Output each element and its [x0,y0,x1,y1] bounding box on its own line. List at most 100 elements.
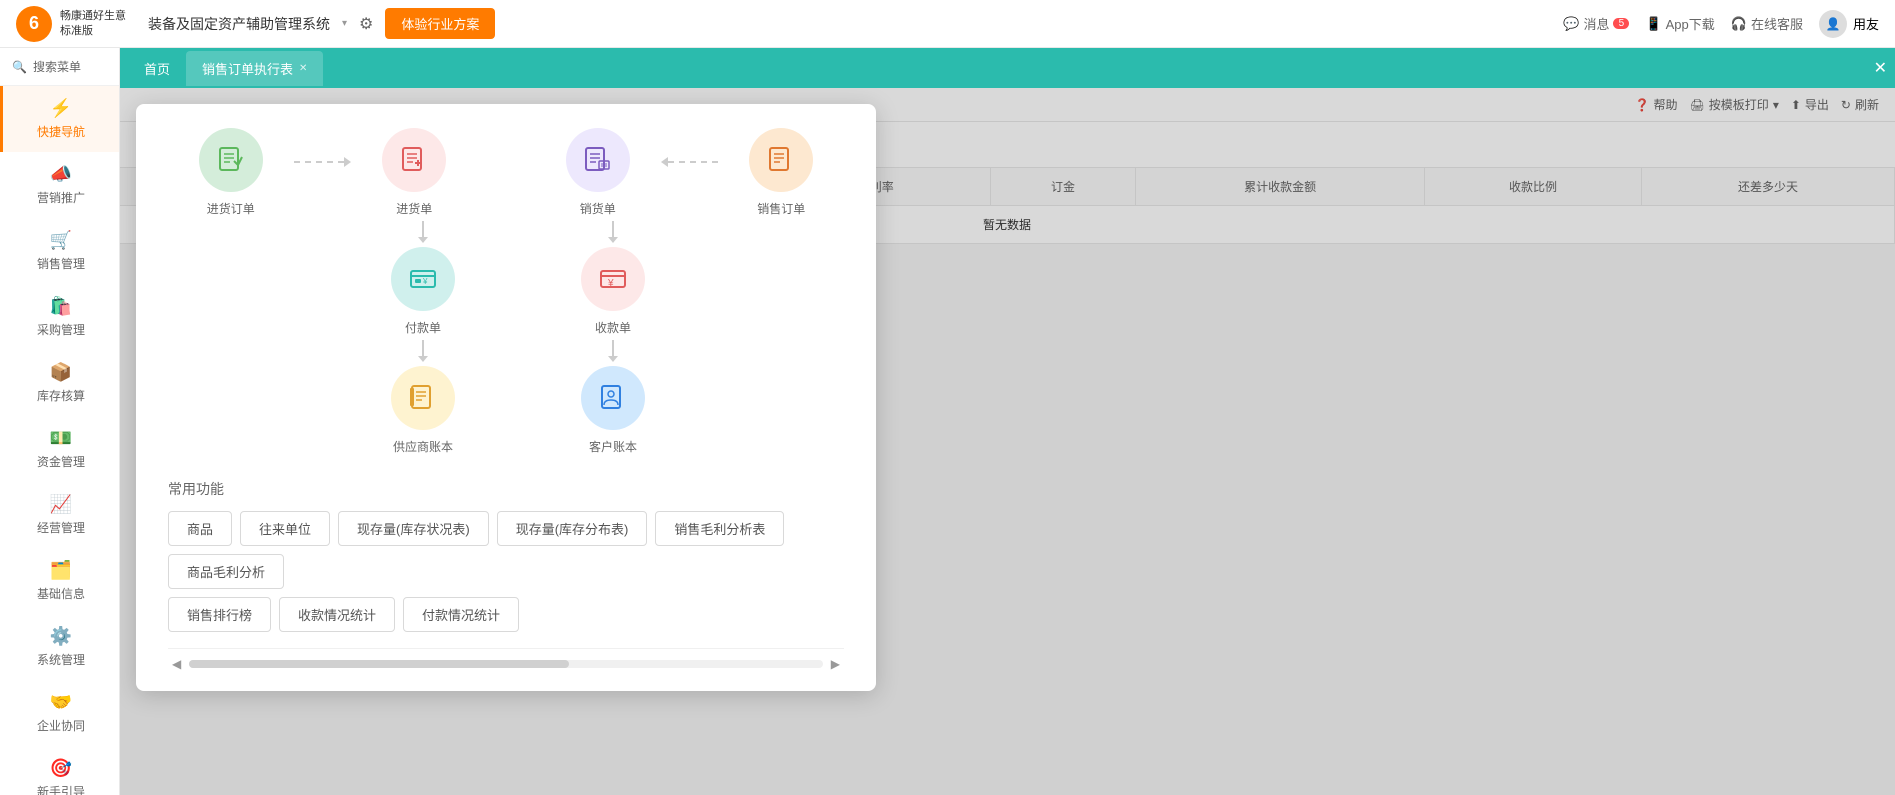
supplier-ledger-label: 供应商账本 [393,438,453,455]
wf-node-purchase-order[interactable]: 进货订单 [168,128,294,217]
quick-nav-icon: ⚡ [50,98,72,119]
sales-bill-label: 销货单 [580,200,616,217]
message-btn[interactable]: 💬 消息 5 [1563,14,1629,33]
modal-overlay: 进货订单 [120,88,1895,795]
purchase-icon: 🛍️ [50,296,72,317]
sidebar-item-sales[interactable]: 🛒 销售管理 [0,218,119,284]
logo-text: 畅康通好生意 标准版 [60,9,126,38]
sidebar-item-purchase[interactable]: 🛍️ 采购管理 [0,284,119,350]
sales-order-icon [749,128,813,192]
tab-bar: 首页 销售订单执行表 ✕ ✕ [120,48,1895,88]
sidebar: 🔍 搜索菜单 ⚡ 快捷导航 📣 营销推广 🛒 销售管理 🛍️ 采购管理 📦 库存… [0,48,120,795]
down-arrow-sales [548,221,678,243]
top-bar-actions: 💬 消息 5 📱 App下载 🎧 在线客服 👤 用友 [1563,10,1879,38]
down-arrow-receipt [548,340,678,362]
svg-text:¥: ¥ [422,277,428,286]
wf-node-receipt[interactable]: ¥ 收款单 [548,247,678,336]
scrollbar-track[interactable] [189,660,823,668]
basic-info-icon: 🗂️ [50,560,72,581]
wf-node-sales-bill[interactable]: 销货单 [535,128,661,217]
phone-icon: 📱 [1645,16,1661,32]
search-icon: 🔍 [12,60,27,74]
logo-area: 6 畅康通好生意 标准版 [16,6,136,42]
payment-icon: ¥ [391,247,455,311]
wf-node-sales-order[interactable]: 销售订单 [718,128,844,217]
sidebar-item-marketing[interactable]: 📣 营销推广 [0,152,119,218]
cf-btn-product[interactable]: 商品 [168,511,232,546]
purchase-order-icon [199,128,263,192]
sidebar-item-collaboration[interactable]: 🤝 企业协同 [0,680,119,746]
purchase-bill-icon [382,128,446,192]
supplier-ledger-icon [391,366,455,430]
payment-label: 付款单 [405,319,441,336]
headset-icon: 🎧 [1731,16,1747,32]
tab-home[interactable]: 首页 [128,51,186,86]
content-area: 首页 销售订单执行表 ✕ ✕ ❓ 帮助 🖨 按模板打印 [120,48,1895,795]
collaboration-icon: 🤝 [50,692,72,713]
down-arrow-purchase [358,221,488,243]
system-dropdown-icon[interactable]: ▾ [342,18,347,29]
page-content: ❓ 帮助 🖨 按模板打印 ▾ ⬆ 导出 ↻ 刷新 [120,88,1895,795]
cf-btn-contacts[interactable]: 往来单位 [240,511,330,546]
common-functions: 常用功能 商品 往来单位 现存量(库存状况表) 现存量(库存分布表) 销售毛利分… [168,479,844,632]
cf-btn-product-profit[interactable]: 商品毛利分析 [168,554,284,589]
sidebar-item-basic-info[interactable]: 🗂️ 基础信息 [0,548,119,614]
sidebar-item-inventory[interactable]: 📦 库存核算 [0,350,119,416]
cf-buttons: 商品 往来单位 现存量(库存状况表) 现存量(库存分布表) 销售毛利分析表 商品… [168,511,844,589]
sidebar-item-quick-nav[interactable]: ⚡ 快捷导航 [0,86,119,152]
finance-icon: 💵 [50,428,72,449]
tab-sales-order[interactable]: 销售订单执行表 ✕ [186,51,323,86]
operations-icon: 📈 [50,494,72,515]
beginner-icon: 🎯 [50,758,72,779]
cf-buttons-row2: 销售排行榜 收款情况统计 付款情况统计 [168,597,844,632]
scroll-left-btn[interactable]: ◀ [168,657,185,671]
wf-node-supplier-ledger[interactable]: 供应商账本 [358,366,488,455]
wf-node-purchase-bill[interactable]: 进货单 [351,128,477,217]
sidebar-item-finance[interactable]: 💵 资金管理 [0,416,119,482]
workflow-diagram: 进货订单 [168,128,844,471]
tab-close-icon[interactable]: ✕ [299,63,307,74]
main-layout: 🔍 搜索菜单 ⚡ 快捷导航 📣 营销推广 🛒 销售管理 🛍️ 采购管理 📦 库存… [0,48,1895,795]
svg-text:¥: ¥ [607,278,614,289]
purchase-order-label: 进货订单 [207,200,255,217]
gear-icon[interactable]: ⚙ [359,14,373,34]
down-arrow-payment [358,340,488,362]
avatar: 👤 [1819,10,1847,38]
customer-ledger-label: 客户账本 [589,438,637,455]
customer-ledger-icon [581,366,645,430]
scroll-right-btn[interactable]: ▶ [827,657,844,671]
sales-order-label: 销售订单 [757,200,805,217]
receipt-label: 收款单 [595,319,631,336]
wf-node-payment[interactable]: ¥ 付款单 [358,247,488,336]
marketing-icon: 📣 [50,164,72,185]
receipt-icon: ¥ [581,247,645,311]
message-icon: 💬 [1563,16,1579,32]
message-badge: 5 [1613,18,1629,29]
purchase-bill-label: 进货单 [396,200,432,217]
experience-btn[interactable]: 体验行业方案 [385,8,495,39]
modal-box: 进货订单 [136,104,876,691]
top-bar: 6 畅康通好生意 标准版 装备及固定资产辅助管理系统 ▾ ⚙ 体验行业方案 💬 … [0,0,1895,48]
cf-btn-sales-rank[interactable]: 销售排行榜 [168,597,271,632]
cf-btn-payment-stat[interactable]: 付款情况统计 [403,597,519,632]
sidebar-item-operations[interactable]: 📈 经营管理 [0,482,119,548]
logo-icon: 6 [16,6,52,42]
user-area[interactable]: 👤 用友 [1819,10,1879,38]
cf-btn-stock-dist[interactable]: 现存量(库存分布表) [497,511,648,546]
online-service-btn[interactable]: 🎧 在线客服 [1731,14,1803,33]
common-functions-title: 常用功能 [168,479,844,499]
tab-close-all-btn[interactable]: ✕ [1874,58,1887,78]
sales-bill-icon [566,128,630,192]
inventory-icon: 📦 [50,362,72,383]
cf-btn-stock-status[interactable]: 现存量(库存状况表) [338,511,489,546]
sales-icon: 🛒 [50,230,72,251]
sidebar-item-system[interactable]: ⚙️ 系统管理 [0,614,119,680]
cf-btn-receipt-stat[interactable]: 收款情况统计 [279,597,395,632]
sidebar-item-beginner[interactable]: 🎯 新手引导 [0,746,119,795]
system-title: 装备及固定资产辅助管理系统 [148,14,330,34]
cf-btn-sales-profit[interactable]: 销售毛利分析表 [655,511,784,546]
sidebar-search[interactable]: 🔍 搜索菜单 [0,48,119,86]
wf-node-customer-ledger[interactable]: 客户账本 [548,366,678,455]
app-download-btn[interactable]: 📱 App下载 [1645,14,1714,33]
scrollbar-thumb [189,660,569,668]
